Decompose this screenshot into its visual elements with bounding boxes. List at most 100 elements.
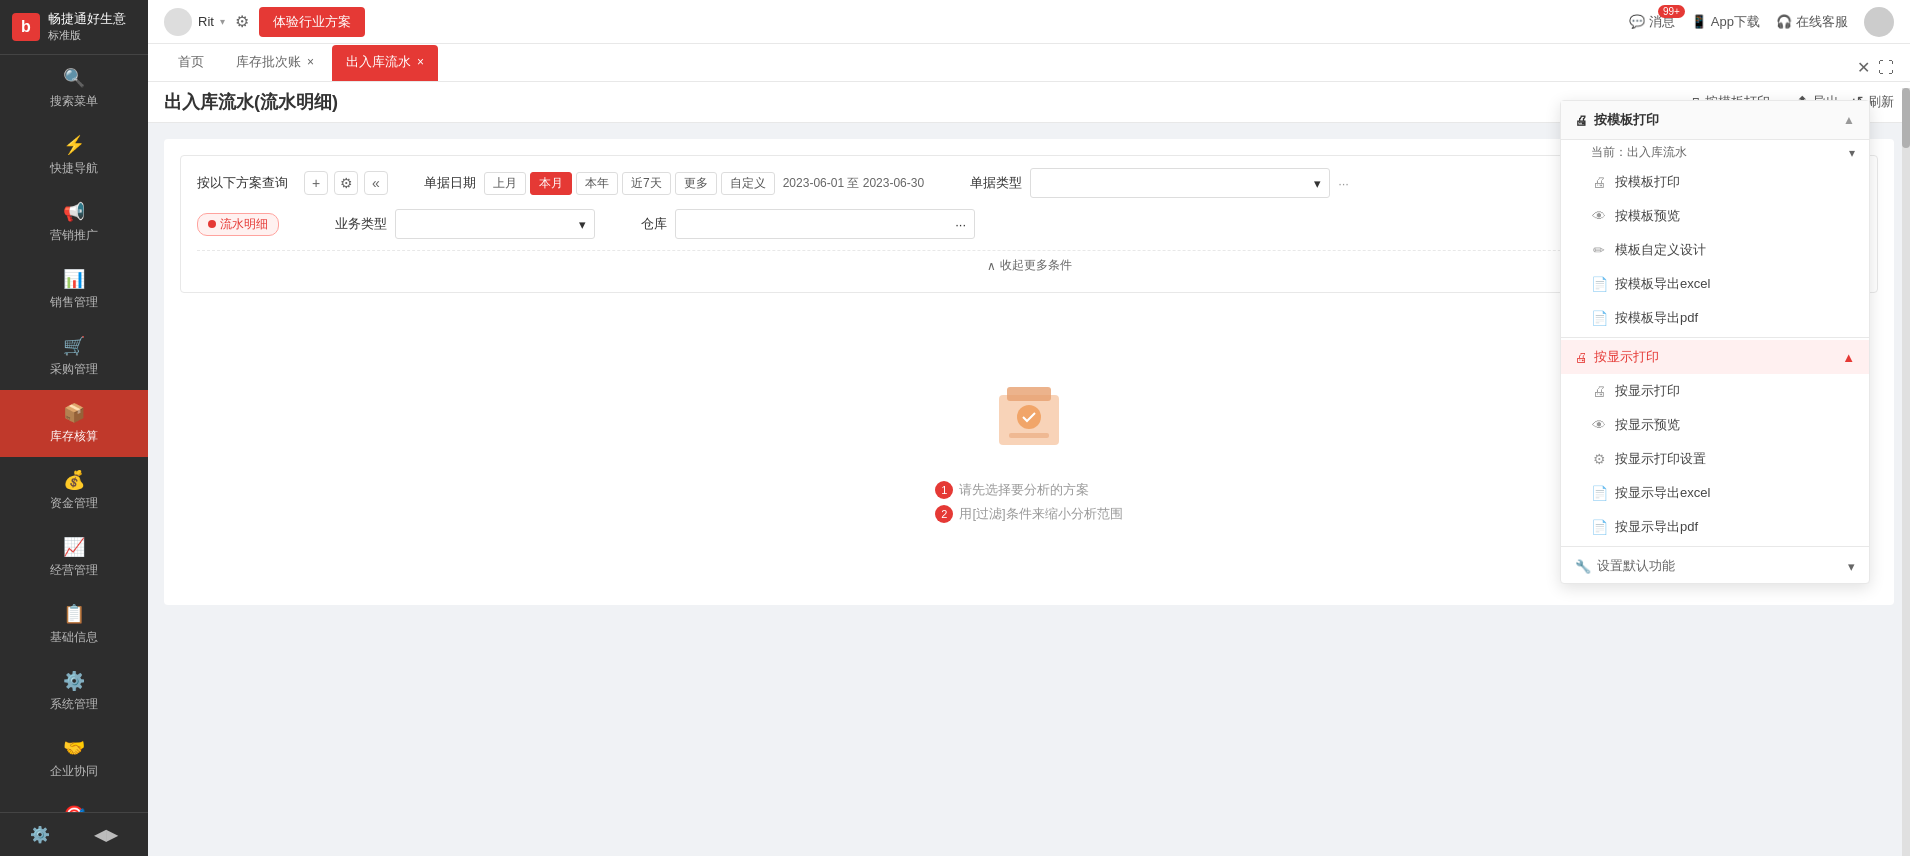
main-area: Rit ▾ ⚙ 体验行业方案 💬 消息 99+ 📱 App下载 🎧 在线客服: [148, 0, 1910, 856]
excel-icon-dp2: 📄: [1591, 485, 1607, 501]
sidebar-item-system[interactable]: ⚙️系统管理: [0, 658, 148, 725]
doc-type-select[interactable]: ▾: [1030, 168, 1330, 198]
online-service-action[interactable]: 🎧 在线客服: [1776, 13, 1848, 31]
dp-display-excel-label: 按显示导出excel: [1615, 484, 1710, 502]
dp-item-template-preview[interactable]: 👁 按模板预览: [1561, 199, 1869, 233]
biz-type-group: 业务类型 ▾: [335, 209, 595, 239]
sidebar-item-operation[interactable]: 📈经营管理: [0, 524, 148, 591]
tool-icon: 🔧: [1575, 559, 1591, 574]
sidebar-label-marketing: 营销推广: [50, 227, 98, 244]
active-tag[interactable]: 流水明细: [197, 213, 279, 236]
app-download-action[interactable]: 📱 App下载: [1691, 13, 1760, 31]
expand-icon[interactable]: ⛶: [1878, 59, 1894, 77]
chevron-down-icon-doc: ▾: [1314, 176, 1321, 191]
dp-footer[interactable]: 🔧 设置默认功能 ▾: [1561, 549, 1869, 583]
phone-icon: 📱: [1691, 14, 1707, 29]
sidebar-item-sales[interactable]: 📊销售管理: [0, 256, 148, 323]
dp-item-template-pdf[interactable]: 📄 按模板导出pdf: [1561, 301, 1869, 335]
message-action[interactable]: 💬 消息 99+: [1629, 13, 1675, 31]
header-avatar[interactable]: [1864, 7, 1894, 37]
brand-name: 畅捷通好生意: [48, 10, 126, 28]
dp-item-display-pdf[interactable]: 📄 按显示导出pdf: [1561, 510, 1869, 544]
sidebar-item-marketing[interactable]: 📢 营销推广: [0, 189, 148, 256]
print-icon-dp: 🖨: [1575, 113, 1588, 128]
tabs-bar: 首页库存批次账×出入库流水× ✕ ⛶: [148, 44, 1910, 82]
dp-item-template-print[interactable]: 🖨 按模板打印: [1561, 165, 1869, 199]
filter-settings-btn[interactable]: ⚙: [334, 171, 358, 195]
biz-type-select[interactable]: ▾: [395, 209, 595, 239]
sidebar-icon-shortcut: ⚡: [63, 134, 85, 156]
tab-close-flow[interactable]: ×: [417, 55, 424, 69]
date-label: 单据日期: [424, 174, 476, 192]
dp-item-display-print-settings[interactable]: ⚙ 按显示打印设置: [1561, 442, 1869, 476]
close-tab-icon[interactable]: ✕: [1857, 58, 1870, 77]
dp-template-pdf-label: 按模板导出pdf: [1615, 309, 1698, 327]
logo-text: 畅捷通好生意 标准版: [48, 10, 126, 44]
empty-step-2-label: 用[过滤]条件来缩小分析范围: [959, 505, 1122, 523]
date-btn-more[interactable]: 更多: [675, 172, 717, 195]
date-filter-group: 单据日期 上月本月本年近7天更多自定义 2023-06-01 至 2023-06…: [424, 172, 924, 195]
collapse-filter-btn[interactable]: «: [364, 171, 388, 195]
dp-item-display-excel[interactable]: 📄 按显示导出excel: [1561, 476, 1869, 510]
dp-display-section-header[interactable]: 🖨 按显示打印 ▲: [1561, 340, 1869, 374]
sidebar-label-purchase: 采购管理: [50, 361, 98, 378]
gear-icon[interactable]: ⚙: [235, 12, 249, 31]
collapse-btn[interactable]: ◀▶: [94, 825, 118, 844]
settings-btn[interactable]: ⚙️: [30, 825, 50, 844]
date-btn-this_month[interactable]: 本月: [530, 172, 572, 195]
message-icon: 💬: [1629, 14, 1645, 29]
sidebar-label-operation: 经营管理: [50, 562, 98, 579]
dp-item-display-preview[interactable]: 👁 按显示预览: [1561, 408, 1869, 442]
sidebar-icon-guide: 🎯: [63, 804, 85, 812]
dp-item-template-custom[interactable]: ✏ 模板自定义设计: [1561, 233, 1869, 267]
sidebar-item-basic[interactable]: 📋基础信息: [0, 591, 148, 658]
add-filter-btn[interactable]: +: [304, 171, 328, 195]
dropdown-close-arrow[interactable]: ▲: [1843, 113, 1855, 127]
empty-illustration: [979, 365, 1079, 465]
dp-display-section-left: 🖨 按显示打印: [1575, 348, 1659, 366]
more-options-warehouse[interactable]: ···: [955, 217, 966, 232]
date-btn-prev_month[interactable]: 上月: [484, 172, 526, 195]
message-badge: 99+: [1658, 5, 1685, 18]
print-icon-dp2: 🖨: [1591, 383, 1607, 399]
sidebar-icon-corp: 🤝: [63, 737, 85, 759]
trial-button[interactable]: 体验行业方案: [259, 7, 365, 37]
date-btn-custom[interactable]: 自定义: [721, 172, 775, 195]
chevron-down-icon: ▾: [220, 16, 225, 27]
logo-icon: b: [12, 13, 40, 41]
sidebar-label-system: 系统管理: [50, 696, 98, 713]
tab-flow[interactable]: 出入库流水×: [332, 45, 438, 81]
user-info[interactable]: Rit ▾: [164, 8, 225, 36]
warehouse-select[interactable]: ···: [675, 209, 975, 239]
dp-display-section-label: 按显示打印: [1594, 348, 1659, 366]
sidebar-item-guide[interactable]: 🎯新手引导: [0, 792, 148, 812]
warehouse-group: 仓库 ···: [641, 209, 1711, 239]
sidebar-item-finance[interactable]: 💰资金管理: [0, 457, 148, 524]
logo-char: b: [21, 18, 31, 36]
dp-item-display-print[interactable]: 🖨 按显示打印: [1561, 374, 1869, 408]
date-btn-recent7[interactable]: 近7天: [622, 172, 671, 195]
sidebar-icon-marketing: 📢: [63, 201, 85, 223]
sidebar-item-inventory[interactable]: 📦库存核算: [0, 390, 148, 457]
tab-label-home: 首页: [178, 53, 204, 71]
tab-home[interactable]: 首页: [164, 45, 218, 81]
excel-icon: 📄: [1591, 276, 1607, 292]
main-scrollbar[interactable]: [1902, 88, 1910, 856]
sidebar-item-corp[interactable]: 🤝企业协同: [0, 725, 148, 792]
sidebar-bottom: ⚙️ ◀▶: [0, 812, 148, 856]
sidebar-item-shortcut[interactable]: ⚡快捷导航: [0, 122, 148, 189]
sidebar-nav: 🔍搜索菜单⚡快捷导航 📢 营销推广 📊销售管理🛒采购管理📦库存核算💰资金管理📈经营管理…: [0, 55, 148, 812]
sidebar-item-search[interactable]: 🔍搜索菜单: [0, 55, 148, 122]
tab-batch[interactable]: 库存批次账 ×: [222, 45, 328, 81]
dp-display-pdf-label: 按显示导出pdf: [1615, 518, 1698, 536]
sidebar-item-purchase[interactable]: 🛒采购管理: [0, 323, 148, 390]
tab-close-batch[interactable]: ×: [307, 55, 314, 69]
tab-label-batch: 库存批次账: [236, 53, 301, 71]
warehouse-label: 仓库: [641, 215, 667, 233]
dp-template-preview-label: 按模板预览: [1615, 207, 1680, 225]
date-btn-this_year[interactable]: 本年: [576, 172, 618, 195]
dp-display-preview-label: 按显示预览: [1615, 416, 1680, 434]
header-left: Rit ▾ ⚙ 体验行业方案: [164, 7, 365, 37]
dp-item-template-excel[interactable]: 📄 按模板导出excel: [1561, 267, 1869, 301]
more-options-doc[interactable]: ···: [1338, 176, 1349, 191]
